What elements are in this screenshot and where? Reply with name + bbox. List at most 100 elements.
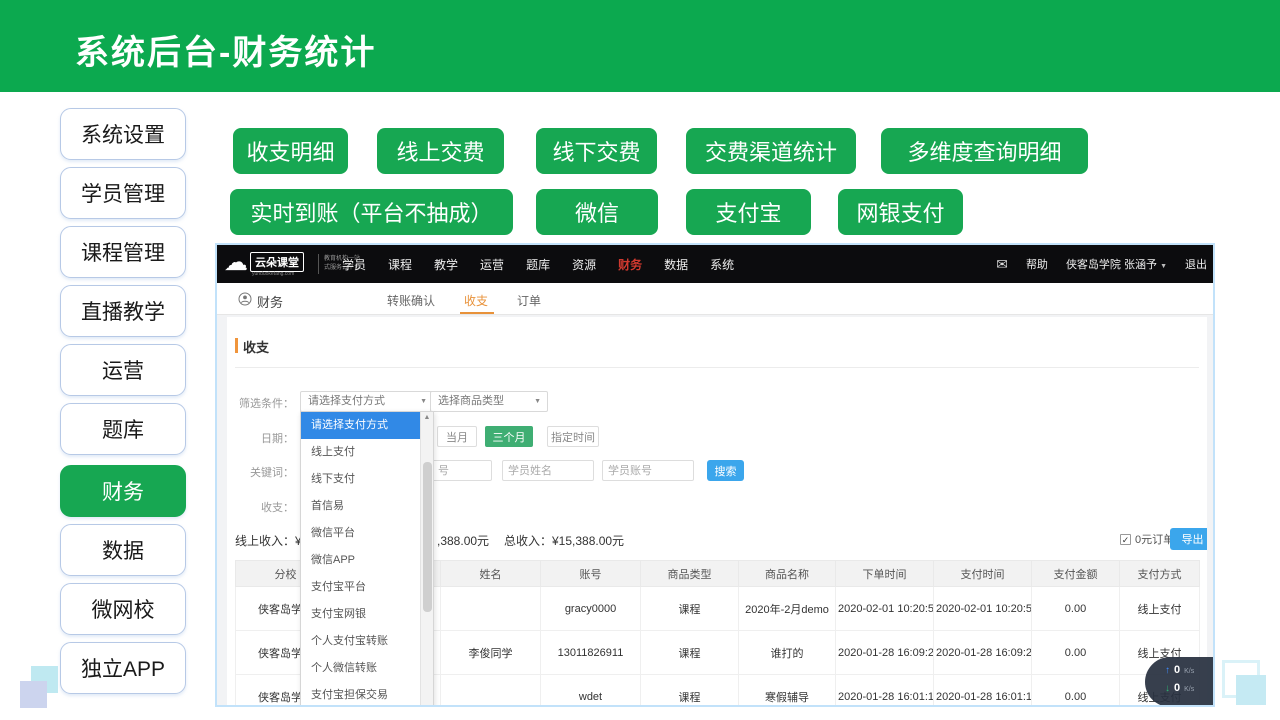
filter-label: 筛选条件： <box>227 395 294 411</box>
sidebar-item-student-management[interactable]: 学员管理 <box>60 167 186 219</box>
dropdown-option[interactable]: 线下支付 <box>301 466 422 493</box>
payment-method-select[interactable]: 请选择支付方式 ▼ <box>300 391 434 412</box>
feature-payment-channel-stats[interactable]: 交费渠道统计 <box>686 128 856 174</box>
nav-item-finance[interactable]: 财务 <box>618 256 642 273</box>
decor-square-lavender <box>20 681 47 708</box>
dropdown-option[interactable]: 微信APP <box>301 547 422 574</box>
dropdown-option[interactable]: 支付宝担保交易 <box>301 682 422 707</box>
table-cell: 李俊同学 <box>441 631 541 675</box>
feature-netbank-payment[interactable]: 网银支付 <box>838 189 963 235</box>
sidebar-item-data[interactable]: 数据 <box>60 524 186 576</box>
income-expense-label: 收支： <box>227 499 294 515</box>
sidebar-item-question-bank[interactable]: 题库 <box>60 403 186 455</box>
product-type-select-value: 选择商品类型 <box>438 395 504 407</box>
table-cell: 课程 <box>641 675 739 708</box>
zero-order-label: 0元订单 <box>1135 531 1174 547</box>
nav-item-courses[interactable]: 课程 <box>388 256 412 273</box>
table-header-cell: 账号 <box>541 561 641 587</box>
student-name-input[interactable] <box>502 460 594 481</box>
date-three-months-button[interactable]: 三个月 <box>485 426 533 447</box>
dropdown-option[interactable]: 请选择支付方式 <box>301 412 422 439</box>
keyword-input[interactable] <box>432 460 492 481</box>
table-header-cell: 支付时间 <box>934 561 1032 587</box>
dropdown-scrollbar[interactable]: ▲ <box>420 412 433 707</box>
table-cell: 谁打的 <box>739 631 836 675</box>
tab-orders[interactable]: 订单 <box>517 292 541 309</box>
table-header-cell: 姓名 <box>441 561 541 587</box>
date-label: 日期： <box>227 430 294 446</box>
app-navbar: ☁ 云朵课堂 yunduoketang.com 教育机构一站 式服务云平台 学员… <box>217 245 1213 283</box>
feature-alipay[interactable]: 支付宝 <box>686 189 811 235</box>
messages-icon[interactable]: ✉ <box>996 256 1008 273</box>
sidebar-item-micro-school[interactable]: 微网校 <box>60 583 186 635</box>
table-cell: 课程 <box>641 587 739 631</box>
feature-multidimensional-query[interactable]: 多维度查询明细 <box>881 128 1088 174</box>
finance-subnav: 财务 转账确认 收支 订单 <box>217 283 1213 315</box>
sidebar-item-operations[interactable]: 运营 <box>60 344 186 396</box>
download-speed-value: 0 <box>1174 682 1180 694</box>
sidebar-item-live-teaching[interactable]: 直播教学 <box>60 285 186 337</box>
feature-online-payment[interactable]: 线上交费 <box>377 128 504 174</box>
feature-offline-payment[interactable]: 线下交费 <box>536 128 657 174</box>
feature-income-expense-detail[interactable]: 收支明细 <box>233 128 348 174</box>
date-custom-range-button[interactable]: 指定时间 <box>547 426 599 447</box>
nav-item-operations[interactable]: 运营 <box>480 256 504 273</box>
online-income-suffix: ,388.00元 <box>437 532 489 549</box>
dropdown-option[interactable]: 个人支付宝转账 <box>301 628 422 655</box>
table-cell: 2020-01-28 16:01:17 <box>934 675 1032 708</box>
dropdown-option[interactable]: 支付宝网银 <box>301 601 422 628</box>
table-header-cell: 支付金额 <box>1032 561 1120 587</box>
feature-realtime-settlement[interactable]: 实时到账（平台不抽成） <box>230 189 513 235</box>
network-speed-badge: ↑ 0 K/s ↓ 0 K/s <box>1145 657 1213 707</box>
active-tab-underline <box>460 312 494 314</box>
divider <box>235 367 1199 368</box>
table-cell: 寒假辅导 <box>739 675 836 708</box>
tab-income-expense[interactable]: 收支 <box>464 292 488 309</box>
table-cell: 2020年-2月demo <box>739 587 836 631</box>
search-button[interactable]: 搜索 <box>707 460 744 481</box>
dropdown-option[interactable]: 线上支付 <box>301 439 422 466</box>
nav-item-system[interactable]: 系统 <box>710 256 734 273</box>
panel-heading: 收支 <box>243 337 269 356</box>
scrollbar-thumb[interactable] <box>423 462 432 612</box>
checkbox-check-icon: ✓ <box>1120 534 1131 545</box>
tab-transfer-confirm[interactable]: 转账确认 <box>387 292 435 309</box>
logout-link[interactable]: 退出 <box>1185 256 1207 272</box>
table-header-cell: 商品名称 <box>739 561 836 587</box>
table-cell: wdet <box>541 675 641 708</box>
zero-order-checkbox[interactable]: ✓ 0元订单 <box>1120 531 1174 547</box>
sidebar-item-system-settings[interactable]: 系统设置 <box>60 108 186 160</box>
scroll-up-icon[interactable]: ▲ <box>421 414 433 421</box>
nav-item-resources[interactable]: 资源 <box>572 256 596 273</box>
payment-method-select-value: 请选择支付方式 <box>308 395 385 407</box>
caret-down-icon: ▼ <box>534 392 541 411</box>
sidebar-item-standalone-app[interactable]: 独立APP <box>60 642 186 694</box>
dropdown-option[interactable]: 支付宝平台 <box>301 574 422 601</box>
dropdown-option[interactable]: 微信平台 <box>301 520 422 547</box>
table-header-cell: 下单时间 <box>836 561 934 587</box>
sidebar-item-finance[interactable]: 财务 <box>60 465 186 517</box>
dropdown-option[interactable]: 个人微信转账 <box>301 655 422 682</box>
product-type-select[interactable]: 选择商品类型 ▼ <box>430 391 548 412</box>
export-button[interactable]: 导出 <box>1170 528 1207 550</box>
table-cell: 0.00 <box>1032 587 1120 631</box>
dropdown-option[interactable]: 首信易 <box>301 493 422 520</box>
sidebar-item-course-management[interactable]: 课程管理 <box>60 226 186 278</box>
section-title: 财务 <box>257 292 283 311</box>
table-cell: 2020-02-01 10:20:56 <box>934 587 1032 631</box>
feature-wechat[interactable]: 微信 <box>536 189 658 235</box>
help-link[interactable]: 帮助 <box>1026 256 1048 272</box>
admin-screenshot: ☁ 云朵课堂 yunduoketang.com 教育机构一站 式服务云平台 学员… <box>215 243 1215 707</box>
nav-item-teaching[interactable]: 教学 <box>434 256 458 273</box>
student-account-input[interactable] <box>602 460 694 481</box>
caret-down-icon: ▼ <box>420 392 427 411</box>
heading-accent-bar <box>235 338 238 353</box>
nav-item-question-bank[interactable]: 题库 <box>526 256 550 273</box>
nav-item-students[interactable]: 学员 <box>342 256 366 273</box>
nav-item-data[interactable]: 数据 <box>664 256 688 273</box>
total-income: 总收入：¥15,388.00元 <box>504 532 624 549</box>
income-expense-panel: 收支 筛选条件： 请选择支付方式 ▼ 选择商品类型 ▼ 日期： 当月 三个月 指… <box>227 317 1207 707</box>
table-cell: 线上支付 <box>1120 587 1200 631</box>
user-menu[interactable]: 侠客岛学院 张涵予 ▼ <box>1066 256 1167 272</box>
date-current-month-button[interactable]: 当月 <box>437 426 477 447</box>
